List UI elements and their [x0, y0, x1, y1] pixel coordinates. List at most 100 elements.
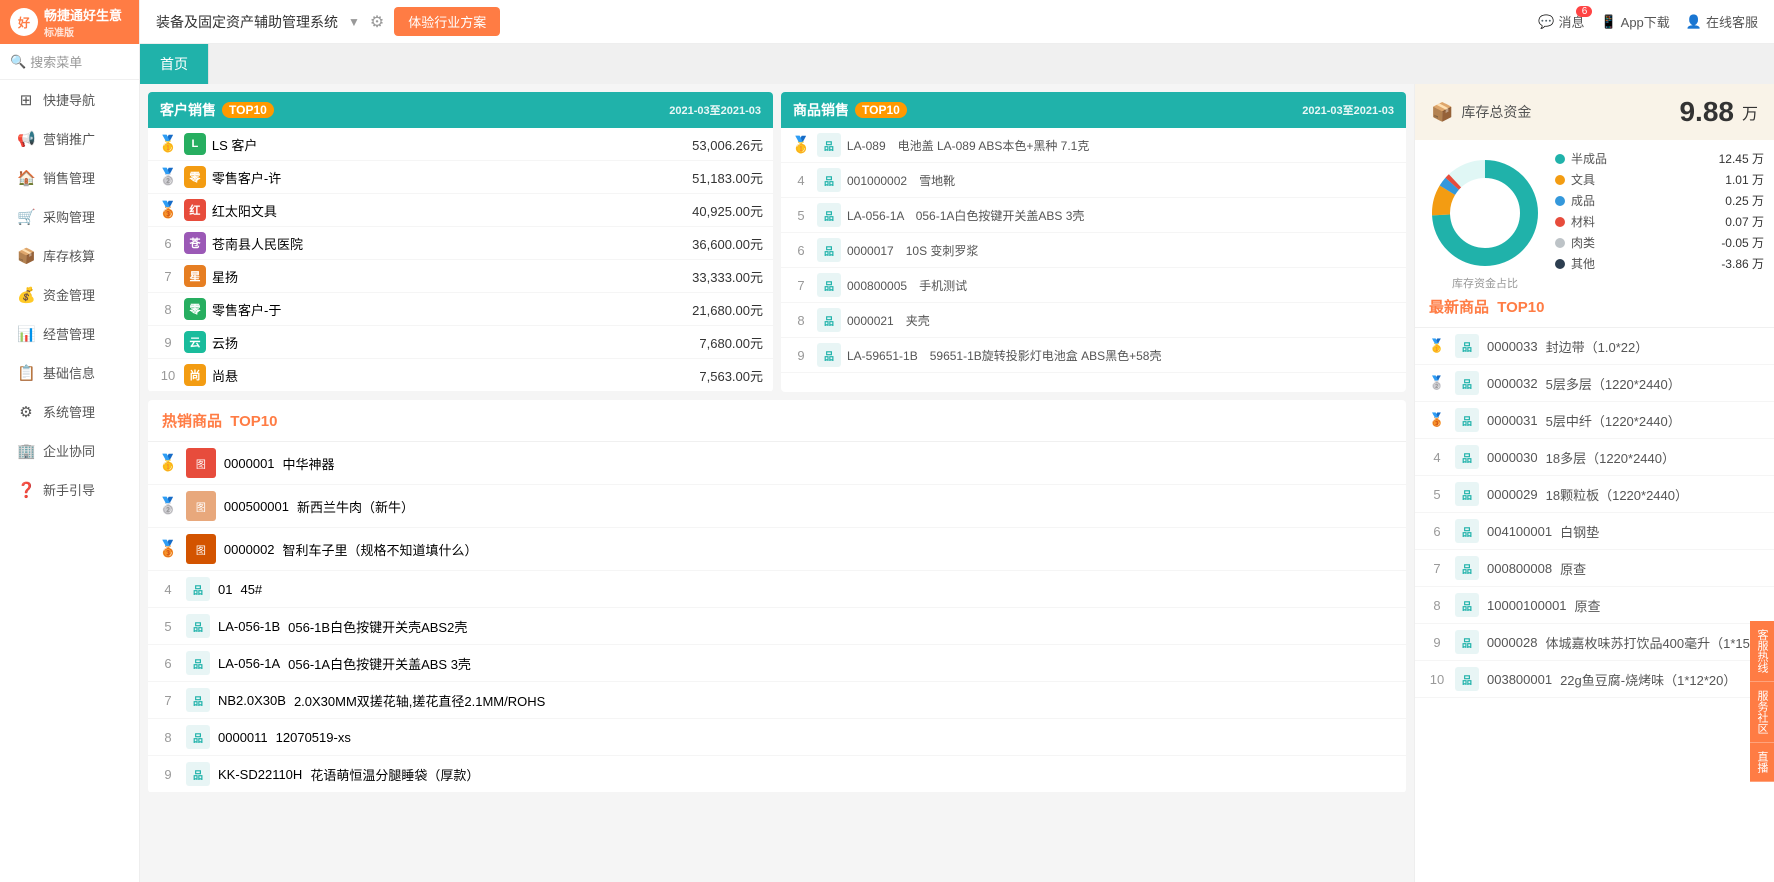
settings-icon[interactable]: ⚙	[370, 12, 384, 32]
np-rank-8: 8	[1427, 598, 1447, 613]
np-name-5: 18颗粒板（1220*2440）	[1546, 485, 1688, 504]
customer-icon-1: L	[184, 133, 206, 155]
hot-name-6: 056-1A白色按键开关盖ABS 3壳	[288, 654, 471, 673]
np-code-9: 0000028	[1487, 635, 1538, 650]
sidebar-item-enterprise[interactable]: 🏢 企业协同	[0, 431, 139, 470]
legend-item-2: 文具 1.01 万	[1555, 171, 1764, 188]
medal-3: 🥉	[158, 200, 178, 220]
hot-products-panel: 热销商品 TOP10 🥇 图 0000001 中华神器 🥈 图 00050000…	[148, 400, 1406, 793]
customer-sales-header: 客户销售 TOP10 2021-03至2021-03	[148, 92, 773, 128]
np-code-6: 004100001	[1487, 524, 1552, 539]
hot-item-1: 🥇 图 0000001 中华神器	[148, 442, 1406, 485]
sidebar-item-system[interactable]: ⚙ 系统管理	[0, 392, 139, 431]
sidebar-item-basic-info[interactable]: 📋 基础信息	[0, 353, 139, 392]
content: 客户销售 TOP10 2021-03至2021-03 🥇 L LS 客户 53,…	[140, 84, 1774, 882]
customer-amount-4: 36,600.00元	[692, 234, 763, 253]
hot-item-3: 🥉 图 0000002 智利车子里（规格不知道填什么）	[148, 528, 1406, 571]
sidebar-item-sales[interactable]: 🏠 销售管理	[0, 158, 139, 197]
product-info-1: LA-089 电池盖 LA-089 ABS本色+黑种 7.1克	[847, 137, 1089, 154]
sidebar-item-guide[interactable]: ❓ 新手引导	[0, 470, 139, 509]
online-service-button[interactable]: 👤 在线客服	[1686, 12, 1758, 31]
customer-name-4: 苍南县人民医院	[212, 234, 303, 253]
product-rank-4: 4 品 001000002 雪地靴	[781, 163, 1406, 198]
sidebar-item-purchase[interactable]: 🛒 采购管理	[0, 197, 139, 236]
sidebar-item-finance[interactable]: 💰 资金管理	[0, 275, 139, 314]
hot-item-8: 8 品 0000011 12070519-xs	[148, 719, 1406, 756]
customer-name-8: 尚悬	[212, 366, 238, 385]
np-name-2: 5层多层（1220*2440）	[1546, 374, 1681, 393]
topbar: 装备及固定资产辅助管理系统 ▼ ⚙ 体验行业方案 💬 消息 6 📱 App下载 …	[140, 0, 1774, 44]
inventory-icon-rp: 📦	[1431, 102, 1453, 123]
inventory-legend: 半成品 12.45 万 文具 1.01 万 成品 0.25 万	[1555, 150, 1764, 276]
np-code-4: 0000030	[1487, 450, 1538, 465]
np-name-6: 白钢垫	[1560, 522, 1599, 541]
dropdown-arrow-icon[interactable]: ▼	[348, 15, 360, 29]
tab-home[interactable]: 首页	[140, 44, 209, 84]
sidebar-item-marketing[interactable]: 📢 营销推广	[0, 119, 139, 158]
np-img-3: 品	[1455, 408, 1479, 432]
customer-icon-2: 零	[184, 166, 206, 188]
inventory-header: 📦 库存总资金 9.88 万	[1415, 84, 1774, 140]
product-info-4: 001000002 雪地靴	[847, 172, 955, 189]
inventory-unit: 万	[1742, 100, 1758, 124]
online-service-label: 在线客服	[1706, 12, 1758, 31]
np-name-7: 原查	[1560, 559, 1586, 578]
sidebar-search[interactable]: 🔍 搜索菜单	[0, 44, 139, 80]
product-info-7: 000800005 手机测试	[847, 277, 967, 294]
message-button[interactable]: 💬 消息 6	[1538, 12, 1584, 31]
np-img-8: 品	[1455, 593, 1479, 617]
np-item-3: 🥉 品 0000031 5层中纤（1220*2440）	[1415, 402, 1774, 439]
product-date-range: 2021-03至2021-03	[1302, 102, 1394, 118]
donut-svg	[1425, 153, 1545, 273]
sidebar-item-label: 基础信息	[43, 363, 95, 382]
customer-amount-2: 51,183.00元	[692, 168, 763, 187]
product-img-1: 品	[817, 133, 841, 157]
product-sales-title: 商品销售	[793, 100, 849, 120]
product-sales-badge: TOP10	[855, 102, 907, 118]
product-rank-7: 7 品 000800005 手机测试	[781, 268, 1406, 303]
cs-live-button[interactable]: 直播	[1750, 743, 1774, 782]
donut-chart: 库存资金占比	[1425, 153, 1545, 273]
message-badge: 6	[1576, 6, 1592, 17]
customer-amount-3: 40,925.00元	[692, 201, 763, 220]
legend-item-6: 其他 -3.86 万	[1555, 255, 1764, 272]
system-title: 装备及固定资产辅助管理系统	[156, 12, 338, 32]
np-rank-1: 🥇	[1427, 338, 1447, 354]
hot-code-1: 0000001	[224, 456, 275, 471]
product-rank-8: 8 品 0000021 夹壳	[781, 303, 1406, 338]
customer-name-3: 红太阳文具	[212, 201, 277, 220]
hot-medal-2: 🥈	[158, 496, 178, 516]
operations-icon: 📊	[17, 325, 35, 343]
np-name-1: 封边带（1.0*22）	[1546, 337, 1649, 356]
hot-name-5: 056-1B白色按键开关壳ABS2壳	[288, 617, 467, 636]
rank-num-7: 9	[158, 335, 178, 350]
message-icon: 💬	[1538, 14, 1554, 30]
customer-amount-7: 7,680.00元	[699, 333, 763, 352]
app-download-button[interactable]: 📱 App下载	[1600, 12, 1669, 31]
sidebar-item-inventory[interactable]: 📦 库存核算	[0, 236, 139, 275]
customer-icon-4: 苍	[184, 232, 206, 254]
sidebar-item-operations[interactable]: 📊 经营管理	[0, 314, 139, 353]
basic-info-icon: 📋	[17, 364, 35, 382]
np-rank-5: 5	[1427, 487, 1447, 502]
inventory-chart-section: 库存资金占比 半成品 12.45 万 文具 1.01 万	[1415, 140, 1774, 286]
phone-icon: 📱	[1600, 14, 1616, 30]
medal-2: 🥈	[158, 167, 178, 187]
np-img-4: 品	[1455, 445, 1479, 469]
hot-medal-3: 🥉	[158, 539, 178, 559]
sidebar-item-quick-nav[interactable]: ⊞ 快捷导航	[0, 80, 139, 119]
np-code-8: 10000100001	[1487, 598, 1567, 613]
customer-icon-6: 零	[184, 298, 206, 320]
customer-rank-7: 9 云 云扬 7,680.00元	[148, 326, 773, 359]
cs-community-button[interactable]: 服务社区	[1750, 682, 1774, 743]
trial-button[interactable]: 体验行业方案	[394, 7, 500, 36]
sidebar-item-label: 销售管理	[43, 168, 95, 187]
hot-code-2: 000500001	[224, 499, 289, 514]
hot-img-4: 品	[186, 577, 210, 601]
hot-item-2: 🥈 图 000500001 新西兰牛肉（新牛）	[148, 485, 1406, 528]
np-img-5: 品	[1455, 482, 1479, 506]
cs-hotline-button[interactable]: 客服热线	[1750, 621, 1774, 682]
np-rank-4: 4	[1427, 450, 1447, 465]
np-img-9: 品	[1455, 630, 1479, 654]
search-label: 搜索菜单	[30, 52, 82, 71]
